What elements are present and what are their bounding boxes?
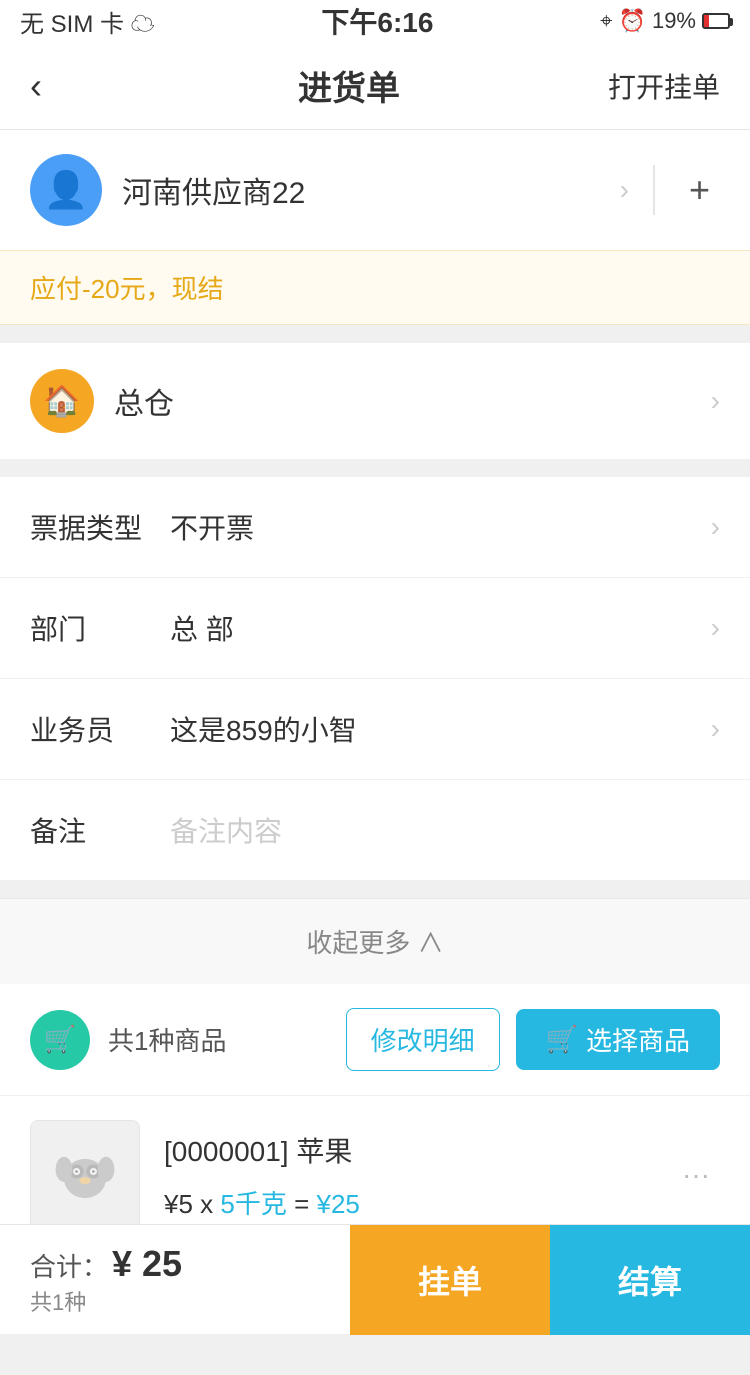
warehouse-icon: 🏠 <box>43 384 80 419</box>
warehouse-row[interactable]: 🏠 总仓 › <box>0 343 750 459</box>
chevron-right-icon: › <box>711 511 720 543</box>
form-section: 票据类型 不开票 › 部门 总 部 › 业务员 这是859的小智 › 备注 备注… <box>0 477 750 880</box>
price-equals: = <box>294 1189 316 1219</box>
select-product-icon: 🛒 <box>546 1024 578 1055</box>
products-count: 共1种商品 <box>108 1021 346 1058</box>
price-multiply: x <box>200 1189 220 1219</box>
status-bar: 无 SIM 卡 ☁ 下午6:16 ⌖ ⏰ 19% <box>0 0 750 42</box>
select-product-button[interactable]: 🛒 选择商品 <box>516 1009 720 1070</box>
more-button[interactable]: ··· <box>672 1149 720 1201</box>
warehouse-icon-wrap: 🏠 <box>30 369 94 433</box>
hang-button[interactable]: 挂单 <box>350 1225 550 1335</box>
status-right: ⌖ ⏰ 19% <box>600 8 730 34</box>
checkout-button[interactable]: 结算 <box>550 1225 750 1335</box>
price-value: ¥5 <box>164 1189 193 1219</box>
user-icon: 👤 <box>44 169 89 211</box>
total-section: 合计： ¥ 25 共1种 <box>0 1243 350 1317</box>
bottom-bar: 合计： ¥ 25 共1种 挂单 结算 <box>0 1224 750 1334</box>
products-icon-wrap: 🛒 <box>30 1010 90 1070</box>
status-left: 无 SIM 卡 ☁ <box>20 4 155 39</box>
chevron-right-icon: › <box>711 385 720 417</box>
product-info: [0000001] 苹果 ¥5 x 5千克 = ¥25 <box>164 1130 672 1221</box>
sim-status: 无 SIM 卡 ☁ <box>20 4 155 39</box>
cart-icon: 🛒 <box>44 1024 76 1055</box>
divider <box>653 165 655 215</box>
total-value: ¥25 <box>317 1189 360 1219</box>
salesperson-label: 业务员 <box>30 709 170 749</box>
product-price: ¥5 x 5千克 = ¥25 <box>164 1184 672 1221</box>
back-button[interactable]: ‹ <box>30 65 90 107</box>
salesperson-value: 这是859的小智 <box>170 709 711 749</box>
qty-value: 5千克 <box>220 1189 286 1219</box>
battery-icon <box>702 13 730 29</box>
edit-detail-button[interactable]: 修改明细 <box>346 1008 500 1071</box>
total-amount: ¥ 25 <box>112 1243 182 1285</box>
products-header: 🛒 共1种商品 修改明细 🛒 选择商品 <box>0 984 750 1096</box>
total-count: 共1种 <box>30 1285 320 1317</box>
alarm-icon: ⏰ <box>619 8 646 34</box>
collapse-bar[interactable]: 收起更多 ∧ <box>0 898 750 984</box>
remark-row[interactable]: 备注 备注内容 <box>0 780 750 880</box>
warehouse-section[interactable]: 🏠 总仓 › <box>0 343 750 459</box>
chevron-right-icon: › <box>620 174 629 206</box>
department-row[interactable]: 部门 总 部 › <box>0 578 750 679</box>
select-product-label: 选择商品 <box>586 1021 690 1058</box>
chevron-right-icon: › <box>711 713 720 745</box>
product-thumbnail <box>30 1120 140 1230</box>
chevron-right-icon: › <box>711 612 720 644</box>
status-time: 下午6:16 <box>321 1 433 41</box>
invoice-type-label: 票据类型 <box>30 507 170 547</box>
supplier-avatar: 👤 <box>30 154 102 226</box>
invoice-type-row[interactable]: 票据类型 不开票 › <box>0 477 750 578</box>
remark-placeholder[interactable]: 备注内容 <box>170 810 720 850</box>
owl-logo <box>50 1140 120 1210</box>
department-value: 总 部 <box>170 608 711 648</box>
invoice-type-value: 不开票 <box>170 507 711 547</box>
open-pending-button[interactable]: 打开挂单 <box>608 66 720 106</box>
department-label: 部门 <box>30 608 170 648</box>
supplier-name: 河南供应商22 <box>122 168 620 212</box>
products-section: 🛒 共1种商品 修改明细 🛒 选择商品 <box>0 984 750 1255</box>
location-icon: ⌖ <box>600 8 612 34</box>
add-button[interactable]: + <box>679 169 720 211</box>
supplier-row[interactable]: 👤 河南供应商22 › + <box>0 130 750 250</box>
supplier-section: 👤 河南供应商22 › + 应付-20元，现结 <box>0 130 750 325</box>
notice-bar: 应付-20元，现结 <box>0 250 750 325</box>
nav-bar: ‹ 进货单 打开挂单 <box>0 42 750 130</box>
warehouse-name: 总仓 <box>114 379 711 423</box>
salesperson-row[interactable]: 业务员 这是859的小智 › <box>0 679 750 780</box>
total-label: 合计： <box>30 1247 108 1284</box>
page-title: 进货单 <box>298 61 400 110</box>
remark-label: 备注 <box>30 810 170 850</box>
product-name: [0000001] 苹果 <box>164 1130 672 1170</box>
battery-level: 19% <box>652 8 696 34</box>
